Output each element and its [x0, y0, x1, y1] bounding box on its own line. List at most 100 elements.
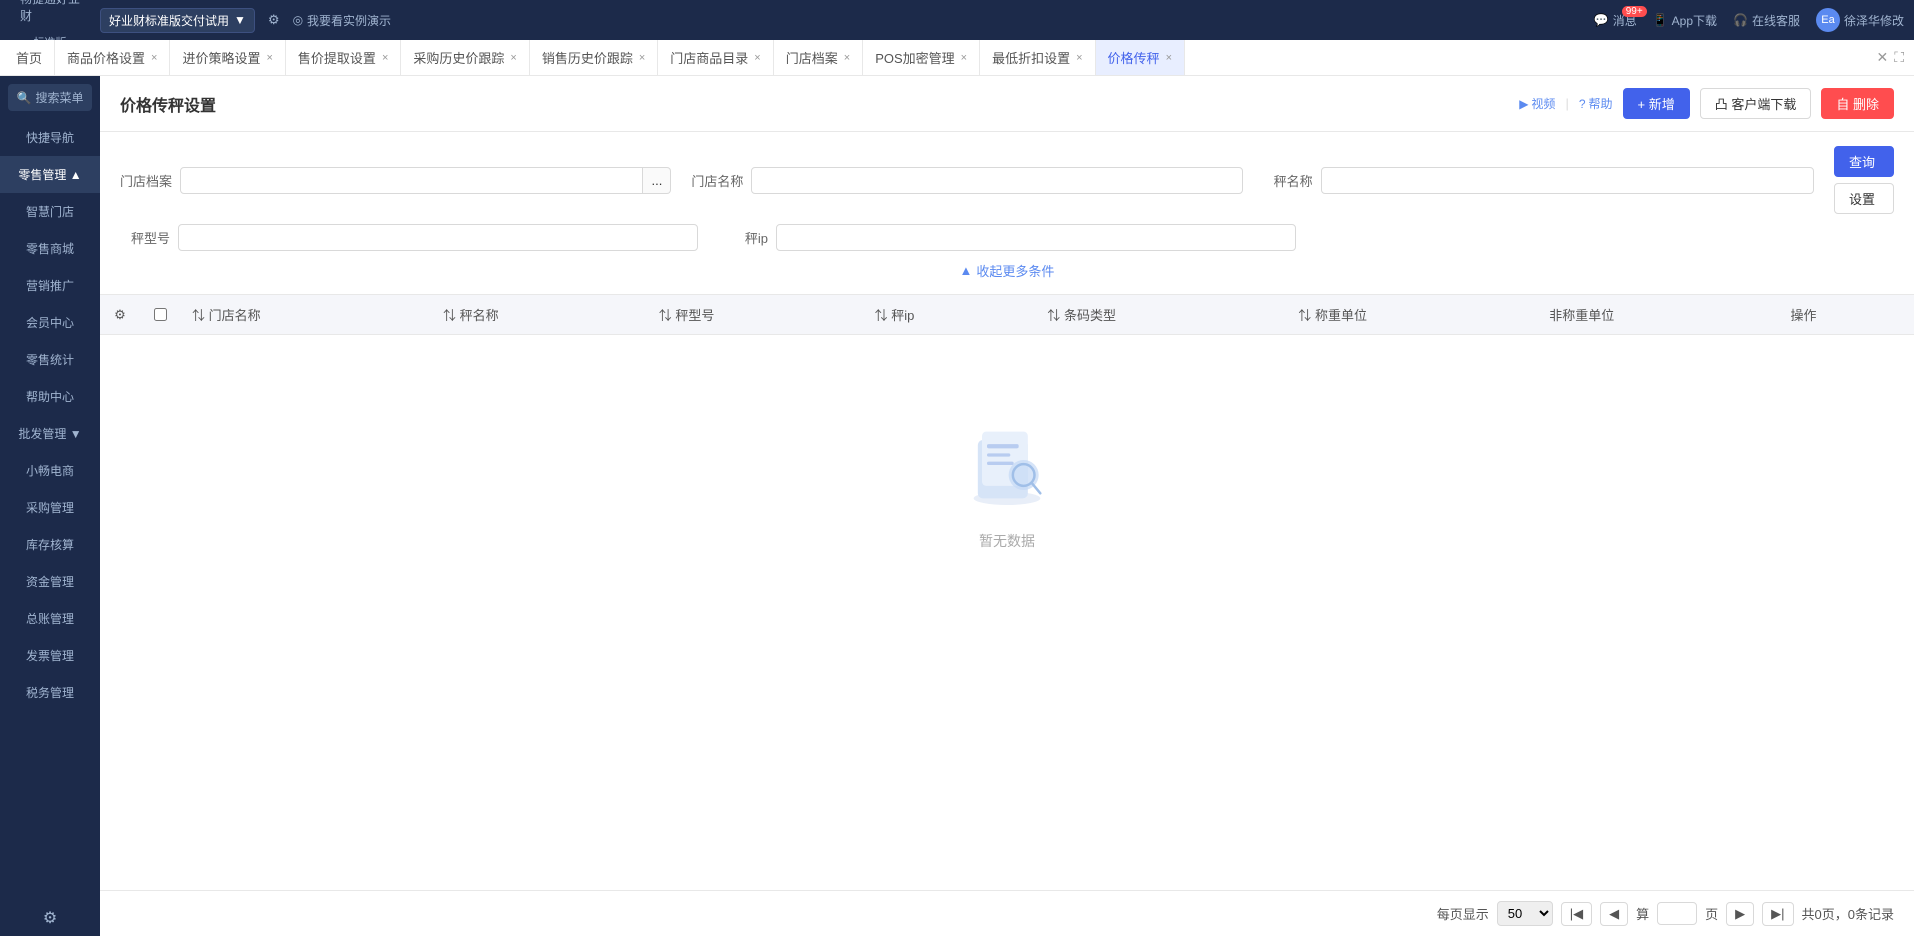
tab-item-6[interactable]: 门店商品目录×	[658, 40, 773, 76]
video-link[interactable]: ▶ 视频	[1519, 95, 1555, 112]
messages-button[interactable]: 💬 消息 99+	[1594, 12, 1637, 29]
tab-close-icon[interactable]: ✕	[1876, 49, 1888, 66]
sidebar-quick-nav[interactable]: 快捷导航	[0, 119, 100, 156]
sidebar-item-3[interactable]: 营销推广	[0, 267, 100, 304]
tab-item-0[interactable]: 首页	[4, 40, 55, 76]
add-button[interactable]: + 新增	[1623, 88, 1690, 119]
tab-close-10[interactable]: ×	[1166, 52, 1172, 64]
tab-close-3[interactable]: ×	[382, 52, 388, 64]
empty-state: 暂无数据	[100, 335, 1914, 631]
tab-close-5[interactable]: ×	[639, 52, 645, 64]
select-all-checkbox[interactable]	[154, 308, 167, 321]
search-form: 门店档案 ... 门店名称 秤名称 查询	[100, 132, 1914, 295]
sidebar-item-9[interactable]: 采购管理	[0, 489, 100, 526]
sidebar-item-4[interactable]: 会员中心	[0, 304, 100, 341]
messages-badge: 99+	[1622, 6, 1647, 17]
gear-icon[interactable]: ⚙	[114, 307, 126, 322]
help-link[interactable]: ? 帮助	[1579, 95, 1613, 112]
store-file-input[interactable]	[180, 167, 643, 194]
th-non-weight-unit: 非称重单位	[1537, 295, 1778, 335]
sidebar-item-2[interactable]: 零售商城	[0, 230, 100, 267]
scale-name-field: 秤名称	[1263, 167, 1814, 194]
sidebar-item-1[interactable]: 智慧门店	[0, 193, 100, 230]
th-scale-model: ⇅ 秤型号	[647, 295, 863, 335]
sidebar-item-6[interactable]: 帮助中心	[0, 378, 100, 415]
last-page-button[interactable]: ▶|	[1762, 902, 1793, 926]
tab-item-9[interactable]: 最低折扣设置×	[980, 40, 1095, 76]
tab-item-10[interactable]: 价格传秤×	[1096, 40, 1185, 76]
sidebar-item-14[interactable]: 税务管理	[0, 674, 100, 711]
sidebar-item-10[interactable]: 库存核算	[0, 526, 100, 563]
user-menu[interactable]: Ea 徐泽华修改	[1816, 8, 1904, 32]
tab-close-7[interactable]: ×	[844, 52, 850, 64]
store-name-label: 门店名称	[691, 171, 743, 190]
next-page-button[interactable]: ▶	[1726, 902, 1754, 926]
app-download-button[interactable]: 📱 App下载	[1653, 12, 1717, 29]
tab-close-9[interactable]: ×	[1076, 52, 1082, 64]
sidebar-item-8[interactable]: 小畅电商	[0, 452, 100, 489]
content: 价格传秤设置 ▶ 视频 | ? 帮助 + 新增 凸 客户端下载 自	[100, 76, 1914, 936]
tab-close-1[interactable]: ×	[151, 52, 157, 64]
avatar: Ea	[1816, 8, 1840, 32]
page-header: 价格传秤设置 ▶ 视频 | ? 帮助 + 新增 凸 客户端下载 自	[100, 76, 1914, 132]
tab-close-8[interactable]: ×	[961, 52, 967, 64]
right-tools: 💬 消息 99+ 📱 App下载 🎧 在线客服 Ea 徐泽华修改	[1594, 8, 1904, 32]
page-title: 价格传秤设置	[120, 92, 216, 116]
table-header-row: ⚙ ⇅ 门店名称 ⇅ 秤名称	[100, 295, 1914, 335]
tab-item-1[interactable]: 商品价格设置×	[55, 40, 170, 76]
tab-close-2[interactable]: ×	[266, 52, 272, 64]
scale-model-input[interactable]	[178, 224, 698, 251]
table-container: ⚙ ⇅ 门店名称 ⇅ 秤名称	[100, 295, 1914, 890]
scale-ip-label: 秤ip	[718, 228, 768, 247]
sidebar-item-13[interactable]: 发票管理	[0, 637, 100, 674]
tab-expand-icon[interactable]: ⛶	[1894, 49, 1904, 66]
th-weight-unit: ⇅ 称重单位	[1286, 295, 1537, 335]
collapse-button[interactable]: ▲ 收起更多条件	[120, 261, 1894, 280]
tab-item-4[interactable]: 采购历史价跟踪×	[401, 40, 529, 76]
sidebar-bottom: ⚙	[0, 900, 100, 936]
query-button[interactable]: 查询	[1834, 146, 1894, 177]
top-bar: 畅捷通好业财 标准版 好业财标准版交付试用 ▼ ⚙ ◎ 我要看实例演示 💬 消息…	[0, 0, 1914, 40]
sidebar-settings-icon[interactable]: ⚙	[43, 910, 57, 927]
sidebar-item-0[interactable]: 零售管理 ▲	[0, 156, 100, 193]
tab-item-8[interactable]: POS加密管理×	[863, 40, 980, 76]
tab-item-2[interactable]: 进价策略设置×	[170, 40, 285, 76]
tab-item-5[interactable]: 销售历史价跟踪×	[530, 40, 658, 76]
tab-bar-right: ✕ ⛶	[1876, 49, 1910, 66]
th-scale-name: ⇅ 秤名称	[431, 295, 647, 335]
page-header-right: ▶ 视频 | ? 帮助 + 新增 凸 客户端下载 自 删除	[1519, 88, 1894, 119]
store-file-addon-btn[interactable]: ...	[643, 167, 671, 194]
online-service-button[interactable]: 🎧 在线客服	[1733, 12, 1800, 29]
sidebar-item-5[interactable]: 零售统计	[0, 341, 100, 378]
th-gear: ⚙	[100, 295, 140, 335]
prev-page-button[interactable]: ◀	[1600, 902, 1628, 926]
sidebar-item-7[interactable]: 批发管理 ▼	[0, 415, 100, 452]
delete-button[interactable]: 自 删除	[1821, 88, 1894, 119]
form-row-2: 秤型号 秤ip	[120, 224, 1894, 251]
tab-container: 首页商品价格设置×进价策略设置×售价提取设置×采购历史价跟踪×销售历史价跟踪×门…	[4, 40, 1185, 75]
th-action: 操作	[1778, 295, 1914, 335]
download-button[interactable]: 凸 客户端下载	[1700, 88, 1812, 119]
store-name-input[interactable]	[751, 167, 1242, 194]
demo-button[interactable]: ◎ 我要看实例演示	[293, 12, 392, 29]
topbar-settings-icon[interactable]: ⚙	[265, 9, 283, 31]
sidebar: 🔍 搜索菜单 快捷导航 零售管理 ▲智慧门店零售商城营销推广会员中心零售统计帮助…	[0, 76, 100, 936]
tab-item-3[interactable]: 售价提取设置×	[286, 40, 401, 76]
tab-item-7[interactable]: 门店档案×	[774, 40, 863, 76]
sidebar-item-11[interactable]: 资金管理	[0, 563, 100, 600]
first-page-button[interactable]: |◀	[1561, 902, 1592, 926]
settings-search-button[interactable]: 设置	[1834, 183, 1894, 214]
scale-ip-input[interactable]	[776, 224, 1296, 251]
page-input[interactable]: 1	[1657, 902, 1697, 925]
version-selector[interactable]: 好业财标准版交付试用 ▼	[100, 8, 255, 33]
data-table: ⚙ ⇅ 门店名称 ⇅ 秤名称	[100, 295, 1914, 335]
sidebar-search-area: 🔍 搜索菜单	[0, 76, 100, 119]
per-page-select[interactable]: 10 20 50 100	[1497, 901, 1553, 926]
search-menu-button[interactable]: 🔍 搜索菜单	[8, 84, 92, 111]
th-scale-ip: ⇅ 秤ip	[863, 295, 1036, 335]
tab-close-6[interactable]: ×	[754, 52, 760, 64]
store-file-input-group: ...	[180, 167, 671, 194]
scale-name-input[interactable]	[1321, 167, 1814, 194]
sidebar-item-12[interactable]: 总账管理	[0, 600, 100, 637]
tab-close-4[interactable]: ×	[510, 52, 516, 64]
